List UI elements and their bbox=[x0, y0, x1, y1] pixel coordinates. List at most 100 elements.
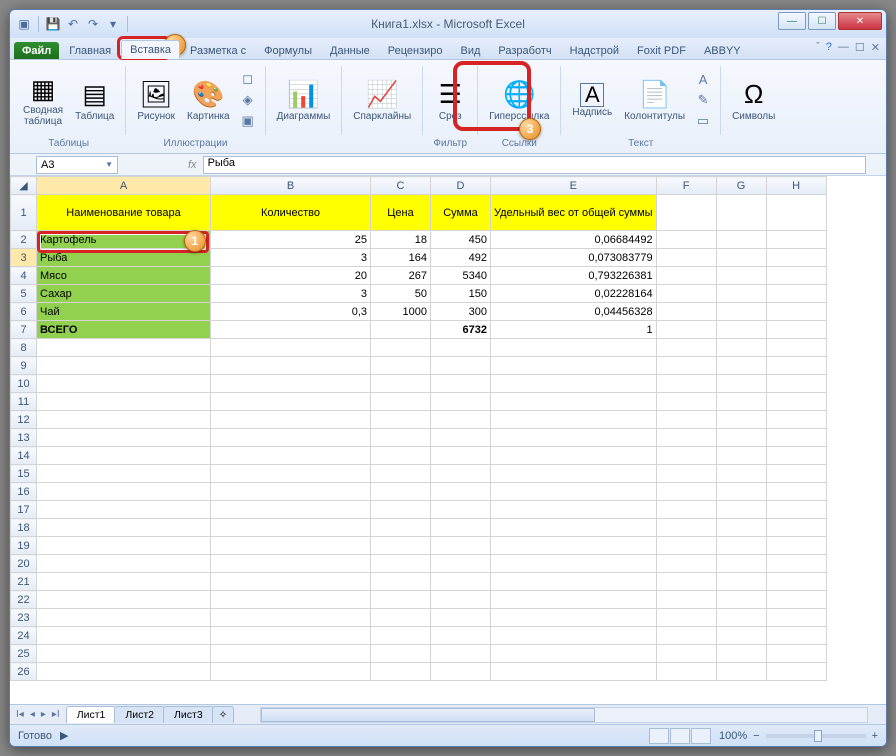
close-button[interactable]: ✕ bbox=[838, 12, 882, 30]
cell[interactable] bbox=[211, 609, 371, 627]
headerfooter-button[interactable]: 📄Колонтитулы bbox=[619, 76, 690, 125]
cell[interactable] bbox=[211, 393, 371, 411]
signature-icon[interactable]: ✎ bbox=[692, 90, 714, 110]
row-header-18[interactable]: 18 bbox=[11, 519, 37, 537]
header-cell[interactable]: Цена bbox=[371, 195, 431, 231]
row-header-17[interactable]: 17 bbox=[11, 501, 37, 519]
wordart-icon[interactable]: A bbox=[692, 69, 714, 89]
cell[interactable] bbox=[716, 393, 766, 411]
tab-home[interactable]: Главная bbox=[61, 42, 119, 59]
row-header-5[interactable]: 5 bbox=[11, 285, 37, 303]
header-cell[interactable]: Наименование товара bbox=[37, 195, 211, 231]
cell[interactable] bbox=[371, 591, 431, 609]
cell[interactable] bbox=[766, 483, 826, 501]
table-button[interactable]: ▤Таблица bbox=[70, 76, 119, 125]
row-header-19[interactable]: 19 bbox=[11, 537, 37, 555]
cell[interactable] bbox=[491, 555, 657, 573]
cell[interactable] bbox=[656, 663, 716, 681]
cell[interactable] bbox=[37, 429, 211, 447]
row-header-24[interactable]: 24 bbox=[11, 627, 37, 645]
redo-icon[interactable]: ↷ bbox=[85, 16, 101, 32]
row-header-21[interactable]: 21 bbox=[11, 573, 37, 591]
row-header-15[interactable]: 15 bbox=[11, 465, 37, 483]
zoom-in-icon[interactable]: + bbox=[872, 730, 878, 742]
cell[interactable] bbox=[716, 663, 766, 681]
cell[interactable] bbox=[371, 573, 431, 591]
fx-icon[interactable]: fx bbox=[188, 159, 197, 171]
cell[interactable]: ВСЕГО bbox=[37, 321, 211, 339]
header-cell[interactable]: Количество bbox=[211, 195, 371, 231]
row-header-9[interactable]: 9 bbox=[11, 357, 37, 375]
cell[interactable] bbox=[491, 465, 657, 483]
cell[interactable] bbox=[716, 483, 766, 501]
tab-foxit[interactable]: Foxit PDF bbox=[629, 42, 694, 59]
cell[interactable] bbox=[716, 357, 766, 375]
cell[interactable] bbox=[211, 591, 371, 609]
tab-layout[interactable]: Разметка с bbox=[182, 42, 254, 59]
sheet-prev-icon[interactable]: ◂ bbox=[28, 709, 37, 720]
tab-view[interactable]: Вид bbox=[453, 42, 489, 59]
cell[interactable] bbox=[656, 609, 716, 627]
formula-input[interactable]: Рыба bbox=[203, 156, 866, 174]
cell[interactable] bbox=[766, 573, 826, 591]
cell[interactable] bbox=[211, 573, 371, 591]
cell[interactable] bbox=[431, 627, 491, 645]
cell[interactable] bbox=[37, 339, 211, 357]
sheet-new-icon[interactable]: ✧ bbox=[212, 706, 235, 723]
cell[interactable] bbox=[716, 411, 766, 429]
cell[interactable] bbox=[491, 411, 657, 429]
view-buttons[interactable] bbox=[649, 728, 711, 744]
cell[interactable] bbox=[656, 411, 716, 429]
cell[interactable]: 3 bbox=[211, 285, 371, 303]
help-icon[interactable]: ? bbox=[826, 41, 832, 54]
cell[interactable] bbox=[431, 393, 491, 411]
cell[interactable] bbox=[656, 357, 716, 375]
cell[interactable] bbox=[211, 645, 371, 663]
cell[interactable] bbox=[491, 519, 657, 537]
cell[interactable] bbox=[371, 483, 431, 501]
slicer-button[interactable]: ☰Срез bbox=[429, 76, 471, 125]
cell[interactable] bbox=[37, 609, 211, 627]
cell[interactable] bbox=[716, 627, 766, 645]
tab-formulas[interactable]: Формулы bbox=[256, 42, 320, 59]
charts-button[interactable]: 📊Диаграммы bbox=[272, 76, 336, 125]
doc-max-icon[interactable]: ☐ bbox=[855, 41, 865, 54]
cell[interactable] bbox=[766, 591, 826, 609]
col-header-C[interactable]: C bbox=[371, 177, 431, 195]
cell[interactable]: 50 bbox=[371, 285, 431, 303]
hyperlink-button[interactable]: 🌐Гиперссылка bbox=[484, 76, 554, 125]
cell[interactable] bbox=[491, 573, 657, 591]
macro-icon[interactable]: ▶ bbox=[60, 729, 68, 742]
doc-min-icon[interactable]: — bbox=[838, 41, 849, 54]
cell[interactable] bbox=[716, 429, 766, 447]
select-all[interactable]: ◢ bbox=[11, 177, 37, 195]
cell[interactable] bbox=[491, 537, 657, 555]
col-header-E[interactable]: E bbox=[491, 177, 657, 195]
cell[interactable] bbox=[431, 645, 491, 663]
cell[interactable] bbox=[716, 609, 766, 627]
cell[interactable] bbox=[371, 393, 431, 411]
cell[interactable]: 150 bbox=[431, 285, 491, 303]
row-header-23[interactable]: 23 bbox=[11, 609, 37, 627]
cell[interactable] bbox=[491, 627, 657, 645]
sheet-last-icon[interactable]: ▸I bbox=[50, 709, 62, 720]
cell[interactable] bbox=[491, 357, 657, 375]
cell[interactable] bbox=[766, 357, 826, 375]
row-header-2[interactable]: 2 bbox=[11, 231, 37, 249]
cell[interactable] bbox=[766, 501, 826, 519]
cell[interactable]: Картофель bbox=[37, 231, 211, 249]
cell[interactable] bbox=[491, 609, 657, 627]
sheet-next-icon[interactable]: ▸ bbox=[39, 709, 48, 720]
tab-insert[interactable]: Вставка bbox=[121, 40, 180, 59]
row-header-3[interactable]: 3 bbox=[11, 249, 37, 267]
cell[interactable] bbox=[766, 645, 826, 663]
cell[interactable] bbox=[656, 573, 716, 591]
cell[interactable] bbox=[716, 447, 766, 465]
sheet-tab-1[interactable]: Лист1 bbox=[66, 706, 117, 723]
save-icon[interactable]: 💾 bbox=[45, 16, 61, 32]
cell[interactable] bbox=[431, 663, 491, 681]
cell[interactable] bbox=[716, 375, 766, 393]
cell[interactable]: 3 bbox=[211, 249, 371, 267]
textbox-button[interactable]: AНадпись bbox=[567, 80, 617, 121]
cell[interactable] bbox=[37, 357, 211, 375]
